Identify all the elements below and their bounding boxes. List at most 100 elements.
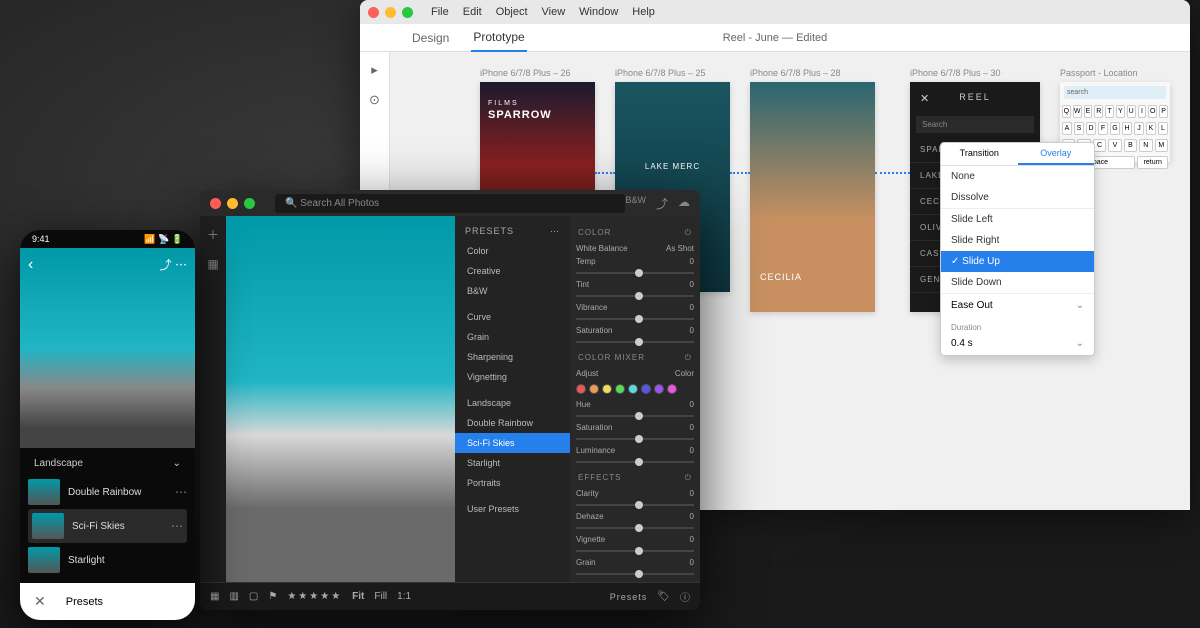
back-icon[interactable]: ‹	[28, 256, 33, 274]
more-icon[interactable]: ⋯	[171, 519, 183, 533]
artboard-3[interactable]: iPhone 6/7/8 Plus – 28 CECILIA	[750, 82, 875, 312]
menu-edit[interactable]: Edit	[463, 6, 482, 18]
preset-category[interactable]: Landscape⌄	[20, 448, 195, 475]
preset-group[interactable]: Landscape	[455, 393, 570, 413]
share-icon[interactable]: ⤴ ⋯	[160, 256, 187, 273]
cloud-icon[interactable]: ☁	[678, 195, 690, 212]
preset-group[interactable]: Creative	[455, 261, 570, 281]
tab-transition[interactable]: Transition	[941, 143, 1018, 165]
preset-group[interactable]: User Presets	[455, 499, 570, 519]
ratio-button[interactable]: 1:1	[397, 591, 411, 602]
transition-option[interactable]: Slide Down	[941, 272, 1094, 293]
tab-overlay[interactable]: Overlay	[1018, 143, 1095, 165]
slider-row[interactable]: Luminance0	[576, 444, 694, 457]
loupe-view-icon[interactable]: ▢	[249, 591, 258, 602]
grid-view-icon[interactable]: ▦	[210, 591, 219, 602]
library-icon[interactable]: ▦	[207, 257, 218, 271]
image-preview[interactable]	[226, 216, 455, 582]
preset-group[interactable]: Curve	[455, 307, 570, 327]
transition-option[interactable]: Slide Right	[941, 230, 1094, 251]
preset-group[interactable]: Vignetting	[455, 367, 570, 387]
adjust-row[interactable]: AdjustColor	[576, 367, 694, 380]
panel-effects[interactable]: EFFECTS⏻	[576, 467, 694, 487]
grid-view-icon[interactable]: ▥	[229, 591, 238, 602]
fit-button[interactable]: Fit	[352, 591, 364, 602]
slider-row[interactable]: Saturation0	[576, 324, 694, 337]
close-icon[interactable]: ✕	[34, 593, 46, 610]
slider[interactable]	[576, 272, 694, 274]
slider-row[interactable]: Vibrance0	[576, 301, 694, 314]
panel-detail[interactable]: DETAIL	[576, 579, 694, 582]
slider-row[interactable]: Vignette0	[576, 533, 694, 546]
slider[interactable]	[576, 295, 694, 297]
mobile-preview-image[interactable]: ‹ ⤴ ⋯	[20, 248, 195, 448]
slider[interactable]	[576, 504, 694, 506]
prototype-wire[interactable]	[595, 172, 615, 174]
preset-item[interactable]: Starlight	[455, 453, 570, 473]
slider[interactable]	[576, 461, 694, 463]
presets-toggle[interactable]: Presets	[610, 592, 648, 602]
preset-item[interactable]: Double Rainbow	[455, 413, 570, 433]
duration-select[interactable]: 0.4 s⌄	[941, 332, 1094, 355]
slider[interactable]	[576, 318, 694, 320]
slider-row[interactable]: Clarity0	[576, 487, 694, 500]
info-icon[interactable]: ⓘ	[680, 589, 690, 604]
preset-item-active[interactable]: Sci-Fi Skies	[455, 433, 570, 453]
white-balance-row[interactable]: White BalanceAs Shot	[576, 242, 694, 255]
transition-option[interactable]: Slide Left	[941, 209, 1094, 230]
prototype-wire[interactable]	[730, 172, 750, 174]
slider[interactable]	[576, 573, 694, 575]
slider[interactable]	[576, 438, 694, 440]
slider-row[interactable]: Saturation0	[576, 421, 694, 434]
add-icon[interactable]: ＋	[207, 226, 219, 243]
preset-item[interactable]: Starlight	[28, 543, 187, 577]
menu-object[interactable]: Object	[496, 6, 528, 18]
more-icon[interactable]: ⋯	[550, 226, 560, 237]
slider-row[interactable]: Temp0	[576, 255, 694, 268]
menu-help[interactable]: Help	[632, 6, 655, 18]
zoom-tool-icon[interactable]: ⊙	[369, 92, 380, 108]
preset-thumbnail	[32, 513, 64, 539]
tab-prototype[interactable]: Prototype	[471, 24, 526, 52]
preset-group[interactable]: Sharpening	[455, 347, 570, 367]
share-icon[interactable]: ⤴	[656, 195, 668, 212]
transition-option[interactable]: Dissolve	[941, 187, 1094, 208]
menu-window[interactable]: Window	[579, 6, 618, 18]
preset-group[interactable]: Color	[455, 241, 570, 261]
menu-file[interactable]: File	[431, 6, 449, 18]
slider[interactable]	[576, 415, 694, 417]
slider-row[interactable]: Dehaze0	[576, 510, 694, 523]
keyboard-row: QWERTYUIOP	[1060, 103, 1170, 120]
slider-row[interactable]: Tint0	[576, 278, 694, 291]
panel-color-mixer[interactable]: COLOR MIXER⏻	[576, 347, 694, 367]
prototype-wire[interactable]	[875, 172, 910, 174]
slider[interactable]	[576, 527, 694, 529]
tag-icon[interactable]: 🏷	[657, 591, 670, 602]
flag-icon[interactable]: ⚑	[268, 591, 277, 602]
preset-group[interactable]: B&W	[455, 281, 570, 301]
menu-view[interactable]: View	[542, 6, 566, 18]
slider[interactable]	[576, 550, 694, 552]
transition-option-selected[interactable]: ✓ Slide Up	[941, 251, 1094, 272]
preset-item-selected[interactable]: Sci-Fi Skies⋯	[28, 509, 187, 543]
preset-item[interactable]: Double Rainbow⋯	[28, 475, 187, 509]
color-swatches[interactable]	[576, 380, 694, 398]
slider[interactable]	[576, 341, 694, 343]
slider-row[interactable]: Grain0	[576, 556, 694, 569]
search-input[interactable]: 🔍 Search All Photos	[275, 194, 625, 213]
easing-select[interactable]: Ease Out⌄	[941, 294, 1094, 317]
preset-group[interactable]: Portraits	[455, 473, 570, 493]
star-rating[interactable]: ★★★★★	[287, 591, 342, 602]
transition-option[interactable]: None	[941, 166, 1094, 187]
slider-row[interactable]: Hue0	[576, 398, 694, 411]
traffic-lights[interactable]	[368, 7, 413, 18]
edit-panels: COLOR⏻ White BalanceAs Shot Temp0 Tint0 …	[570, 216, 700, 582]
fill-button[interactable]: Fill	[374, 591, 387, 602]
panel-color[interactable]: COLOR⏻	[576, 222, 694, 242]
preset-group[interactable]: Grain	[455, 327, 570, 347]
select-tool-icon[interactable]: ▸	[371, 62, 378, 78]
more-icon[interactable]: ⋯	[175, 485, 187, 499]
traffic-lights[interactable]	[210, 198, 255, 209]
lr-bw-button[interactable]: B&W	[625, 195, 646, 212]
tab-design[interactable]: Design	[410, 25, 451, 51]
